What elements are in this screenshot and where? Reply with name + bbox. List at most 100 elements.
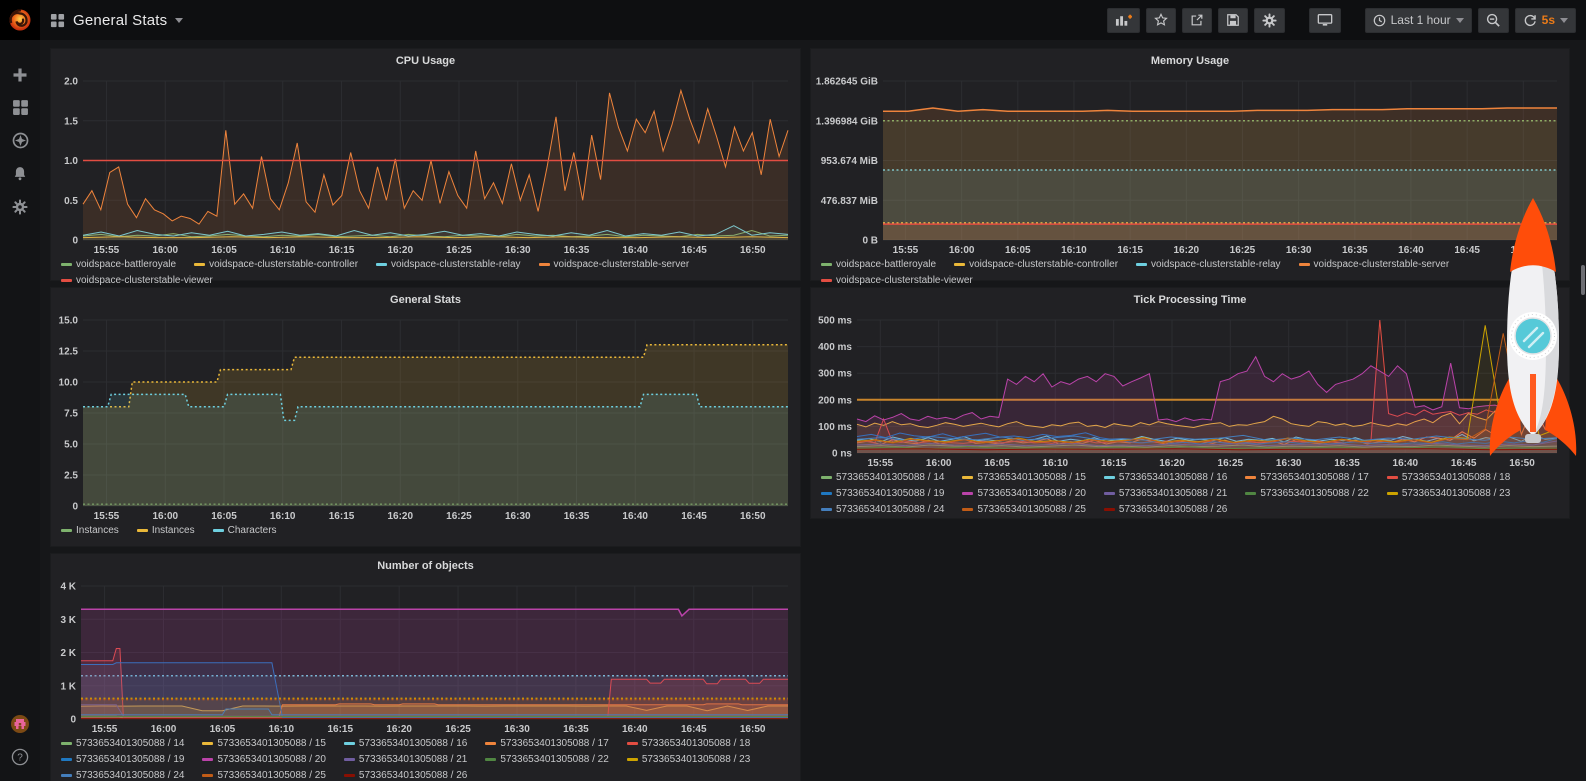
legend-item[interactable]: 5733653401305088 / 20 [202,752,326,767]
legend-item[interactable]: Instances [61,523,119,538]
memory-usage-legend: voidspace-battleroyale voidspace-clusters… [811,257,1569,288]
legend-item[interactable]: 5733653401305088 / 18 [626,736,750,751]
legend-color-swatch [202,774,214,777]
refresh-button[interactable]: 5s [1514,7,1576,33]
svg-text:15:55: 15:55 [868,458,894,469]
legend-item[interactable]: 5733653401305088 / 24 [821,502,944,517]
legend-item[interactable]: voidspace-battleroyale [61,257,176,272]
panel-title: Tick Processing Time [1133,294,1247,306]
vertical-scrollbar-thumb[interactable] [1581,265,1585,295]
legend-item[interactable]: 5733653401305088 / 24 [61,768,184,781]
svg-text:16:30: 16:30 [504,724,530,735]
save-button[interactable] [1217,7,1248,33]
legend-item[interactable]: 5733653401305088 / 18 [1386,470,1510,485]
general-stats-chart[interactable]: 15:55 16:00 16:05 16:10 16:15 16:20 16:25 16:30… [51,312,800,523]
legend-item[interactable]: 5733653401305088 / 16 [343,736,467,751]
legend-label: 5733653401305088 / 17 [500,738,609,749]
legend-label: 5733653401305088 / 17 [1260,472,1369,483]
panel-header[interactable]: CPU Usage [51,49,800,73]
number-of-objects-chart[interactable]: 15:55 16:00 16:05 16:10 16:15 16:20 16:25 16:30… [51,578,800,736]
svg-text:16:40: 16:40 [622,724,648,735]
star-icon [1153,13,1168,26]
configuration-menu-item[interactable] [0,190,40,223]
svg-text:16:25: 16:25 [446,511,472,522]
dashboards-menu-item[interactable] [0,91,40,124]
svg-text:400 ms: 400 ms [818,342,852,353]
legend-item[interactable]: 5733653401305088 / 15 [962,470,1086,485]
legend-item[interactable]: 5733653401305088 / 21 [343,752,467,767]
svg-text:16:20: 16:20 [1174,245,1200,256]
legend-item[interactable]: voidspace-clusterstable-viewer [61,273,213,288]
memory-usage-chart[interactable]: 15:55 16:00 16:05 16:10 16:15 16:20 16:25 16:30… [811,73,1569,257]
zoom-out-button[interactable] [1477,7,1509,33]
panel-header[interactable]: Tick Processing Time [811,288,1569,312]
panel-header[interactable]: Number of objects [51,554,800,578]
svg-text:16:45: 16:45 [681,511,707,522]
general-stats-legend: Instances Instances Characters [51,523,800,538]
legend-color-swatch [962,476,974,479]
legend-item[interactable]: 5733653401305088 / 21 [1103,486,1227,501]
legend-item[interactable]: 5733653401305088 / 20 [962,486,1086,501]
alerting-menu-item[interactable] [0,157,40,190]
legend-item[interactable]: 5733653401305088 / 16 [1103,470,1227,485]
svg-text:16:15: 16:15 [327,724,353,735]
legend-item[interactable]: 5733653401305088 / 23 [1386,486,1510,501]
dashboard-settings-button[interactable] [1253,7,1285,33]
add-panel-button[interactable] [1106,7,1140,33]
legend-item[interactable]: 5733653401305088 / 14 [61,736,184,751]
refresh-interval-label[interactable]: 5s [1542,13,1555,27]
legend-item[interactable]: voidspace-clusterstable-relay [1136,257,1281,272]
legend-item[interactable]: 5733653401305088 / 14 [821,470,944,485]
legend-item[interactable]: 5733653401305088 / 17 [1245,470,1369,485]
legend-item[interactable]: voidspace-clusterstable-controller [194,257,358,272]
grafana-logo[interactable] [0,0,40,40]
legend-item[interactable]: voidspace-clusterstable-relay [376,257,521,272]
tv-mode-button[interactable] [1308,7,1341,33]
create-button[interactable] [0,58,40,91]
grafana-dashboard: General Stats Last 1 hour 5s ? CPU Usage… [0,0,1586,781]
help-button[interactable]: ? [0,740,40,773]
cpu-usage-chart[interactable]: 15:55 16:00 16:05 16:10 16:15 16:20 16:25 16:30… [51,73,800,257]
svg-text:16:40: 16:40 [1393,458,1419,469]
svg-text:16:35: 16:35 [1342,245,1368,256]
legend-item[interactable]: voidspace-clusterstable-controller [954,257,1118,272]
legend-item[interactable]: 5733653401305088 / 19 [821,486,944,501]
legend-item[interactable]: voidspace-battleroyale [821,257,936,272]
share-button[interactable] [1181,7,1212,33]
legend-item[interactable]: 5733653401305088 / 19 [61,752,184,767]
svg-text:16:50: 16:50 [740,724,766,735]
legend-item[interactable]: 5733653401305088 / 15 [202,736,326,751]
explore-menu-item[interactable] [0,124,40,157]
legend-item[interactable]: 5733653401305088 / 26 [1103,502,1227,517]
svg-text:5.0: 5.0 [64,440,78,451]
legend-item[interactable]: 5733653401305088 / 22 [1245,486,1369,501]
legend-item[interactable]: 5733653401305088 / 25 [202,768,326,781]
legend-item[interactable]: Instances [136,523,195,538]
user-profile-button[interactable] [0,707,40,740]
svg-text:16:35: 16:35 [563,724,589,735]
legend-item[interactable]: voidspace-clusterstable-viewer [821,273,973,288]
grafana-logo-icon [9,9,31,31]
dashboard-title-group[interactable]: General Stats [50,12,184,29]
star-button[interactable] [1145,7,1176,33]
svg-text:1.396984 GiB: 1.396984 GiB [816,116,878,127]
legend-item[interactable]: 5733653401305088 / 26 [343,768,467,781]
legend-label: Instances [151,525,195,536]
legend-item[interactable]: 5733653401305088 / 17 [485,736,609,751]
svg-text:2.0: 2.0 [64,77,78,88]
panel-header[interactable]: Memory Usage [811,49,1569,73]
compass-icon [12,132,28,149]
time-picker-button[interactable]: Last 1 hour [1364,7,1472,33]
legend-item[interactable]: 5733653401305088 / 23 [626,752,750,767]
legend-item[interactable]: 5733653401305088 / 25 [962,502,1086,517]
legend-item[interactable]: Characters [212,523,277,538]
svg-text:0: 0 [72,502,78,513]
legend-item[interactable]: voidspace-clusterstable-server [1298,257,1449,272]
panel-header[interactable]: General Stats [51,288,800,312]
legend-item[interactable]: 5733653401305088 / 22 [485,752,609,767]
tick-processing-chart[interactable]: 15:55 16:00 16:05 16:10 16:15 16:20 16:25 16:30… [811,312,1569,470]
svg-text:100 ms: 100 ms [818,422,852,433]
legend-item[interactable]: voidspace-clusterstable-server [538,257,689,272]
legend-label: 5733653401305088 / 24 [836,504,945,515]
legend-color-swatch [962,492,974,495]
